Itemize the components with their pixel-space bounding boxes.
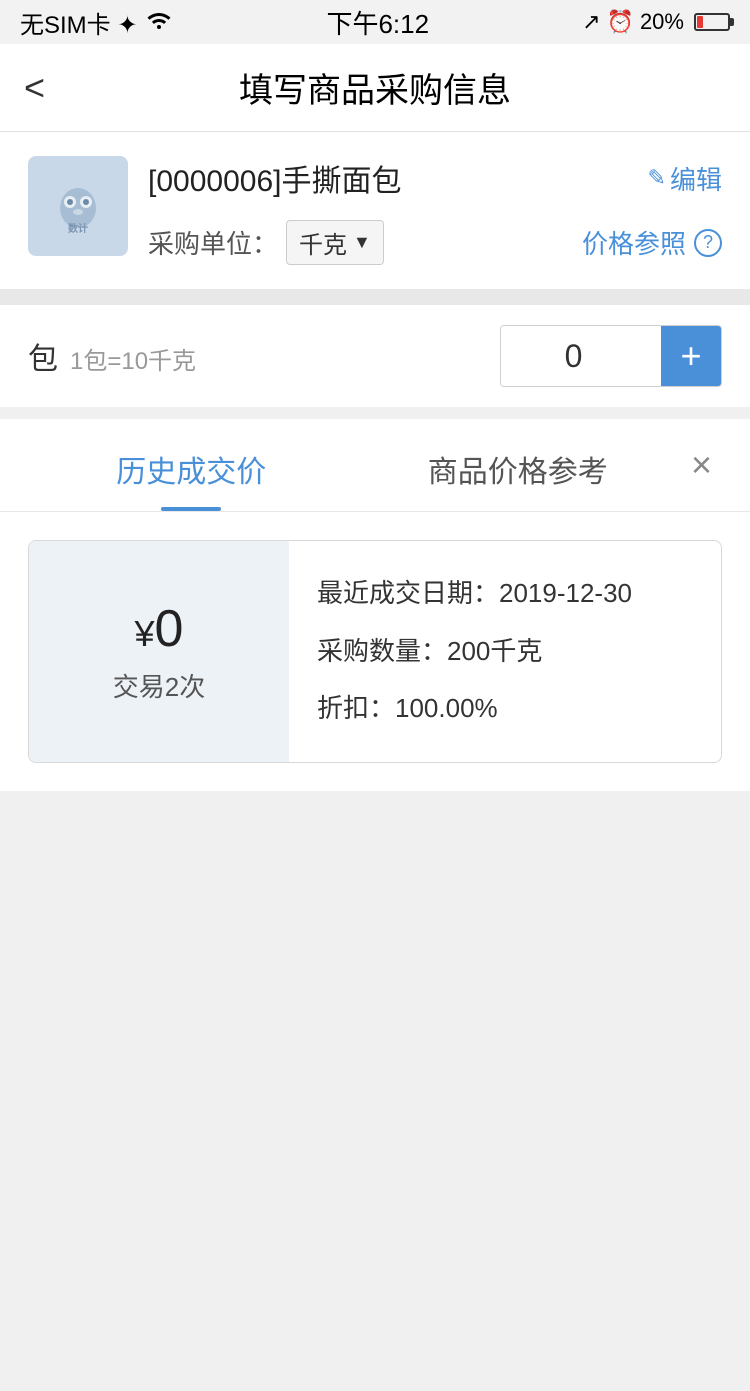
history-trades-count: 交易2次 — [113, 667, 205, 704]
tab-history-price[interactable]: 历史成交价 — [28, 419, 354, 511]
edit-button[interactable]: ✎ 编辑 — [648, 160, 722, 197]
unit-select[interactable]: 千克 ▼ — [286, 220, 384, 265]
back-button[interactable]: < — [24, 67, 45, 109]
product-header: [0000006]手撕面包 ✎ 编辑 — [148, 156, 722, 200]
unit-selector-group: 采购单位： 千克 ▼ — [148, 220, 384, 265]
history-detail-date: 最近成交日期：2019-12-30 — [317, 573, 693, 615]
status-bar: 无SIM卡 ✦ 下午6:12 ↗ ⏰ 20% — [0, 0, 750, 44]
section-divider — [0, 289, 750, 305]
quantity-unit-label: 包 — [28, 334, 58, 378]
product-card: 数计 [0000006]手撕面包 ✎ 编辑 采购单位： 千克 ▼ — [0, 132, 750, 289]
history-card: ¥0 交易2次 最近成交日期：2019-12-30 采购数量：200千克 折扣：… — [28, 540, 722, 763]
currency-symbol: ¥ — [135, 613, 155, 654]
tab-bar: 历史成交价 商品价格参考 × — [0, 419, 750, 512]
product-info: [0000006]手撕面包 ✎ 编辑 采购单位： 千克 ▼ 价格参照 ? — [148, 156, 722, 265]
quantity-hint: 1包=10千克 — [70, 341, 196, 376]
svg-text:数计: 数计 — [68, 222, 88, 235]
location-icon: ↗ — [582, 9, 600, 35]
tab-active-indicator — [161, 507, 221, 511]
quantity-left: 包 1包=10千克 — [28, 334, 196, 378]
tab-product-price-ref[interactable]: 商品价格参考 — [354, 419, 680, 511]
history-price-panel: ¥0 交易2次 — [29, 541, 289, 762]
quantity-row: 包 1包=10千克 + — [0, 305, 750, 407]
quantity-control: + — [500, 325, 722, 387]
status-right: ↗ ⏰ 20% — [582, 9, 730, 35]
history-price-value: ¥0 — [135, 599, 184, 659]
tab-close-button[interactable]: × — [681, 434, 722, 496]
history-detail-discount: 折扣：100.00% — [317, 688, 693, 730]
product-name: [0000006]手撕面包 — [148, 156, 401, 200]
alarm-icon: ⏰ — [607, 9, 634, 35]
battery-percent: 20% — [640, 9, 684, 35]
chevron-down-icon: ▼ — [353, 232, 371, 253]
product-row: 数计 [0000006]手撕面包 ✎ 编辑 采购单位： 千克 ▼ — [28, 156, 722, 265]
history-detail-quantity: 采购数量：200千克 — [317, 631, 693, 673]
product-image: 数计 — [28, 156, 128, 256]
battery-icon — [694, 13, 730, 31]
tab-panel: 历史成交价 商品价格参考 × ¥0 交易2次 最近成交日期：2019-12-30… — [0, 419, 750, 791]
product-unit-row: 采购单位： 千克 ▼ 价格参照 ? — [148, 220, 722, 265]
nav-bar: < 填写商品采购信息 — [0, 44, 750, 132]
wifi-icon — [145, 8, 173, 36]
status-time: 下午6:12 — [326, 4, 429, 41]
quantity-plus-button[interactable]: + — [661, 326, 721, 386]
page-title: 填写商品采购信息 — [239, 63, 511, 112]
unit-label: 采购单位： — [148, 224, 278, 261]
quantity-input[interactable] — [501, 326, 661, 386]
main-background — [0, 791, 750, 1391]
help-icon: ? — [694, 229, 722, 257]
edit-icon: ✎ — [648, 165, 666, 191]
history-details-panel: 最近成交日期：2019-12-30 采购数量：200千克 折扣：100.00% — [289, 541, 721, 762]
price-ref-button[interactable]: 价格参照 ? — [582, 224, 722, 261]
carrier-text: 无SIM卡 ✦ — [20, 5, 137, 40]
tab-content: ¥0 交易2次 最近成交日期：2019-12-30 采购数量：200千克 折扣：… — [0, 512, 750, 791]
status-left: 无SIM卡 ✦ — [20, 5, 173, 40]
